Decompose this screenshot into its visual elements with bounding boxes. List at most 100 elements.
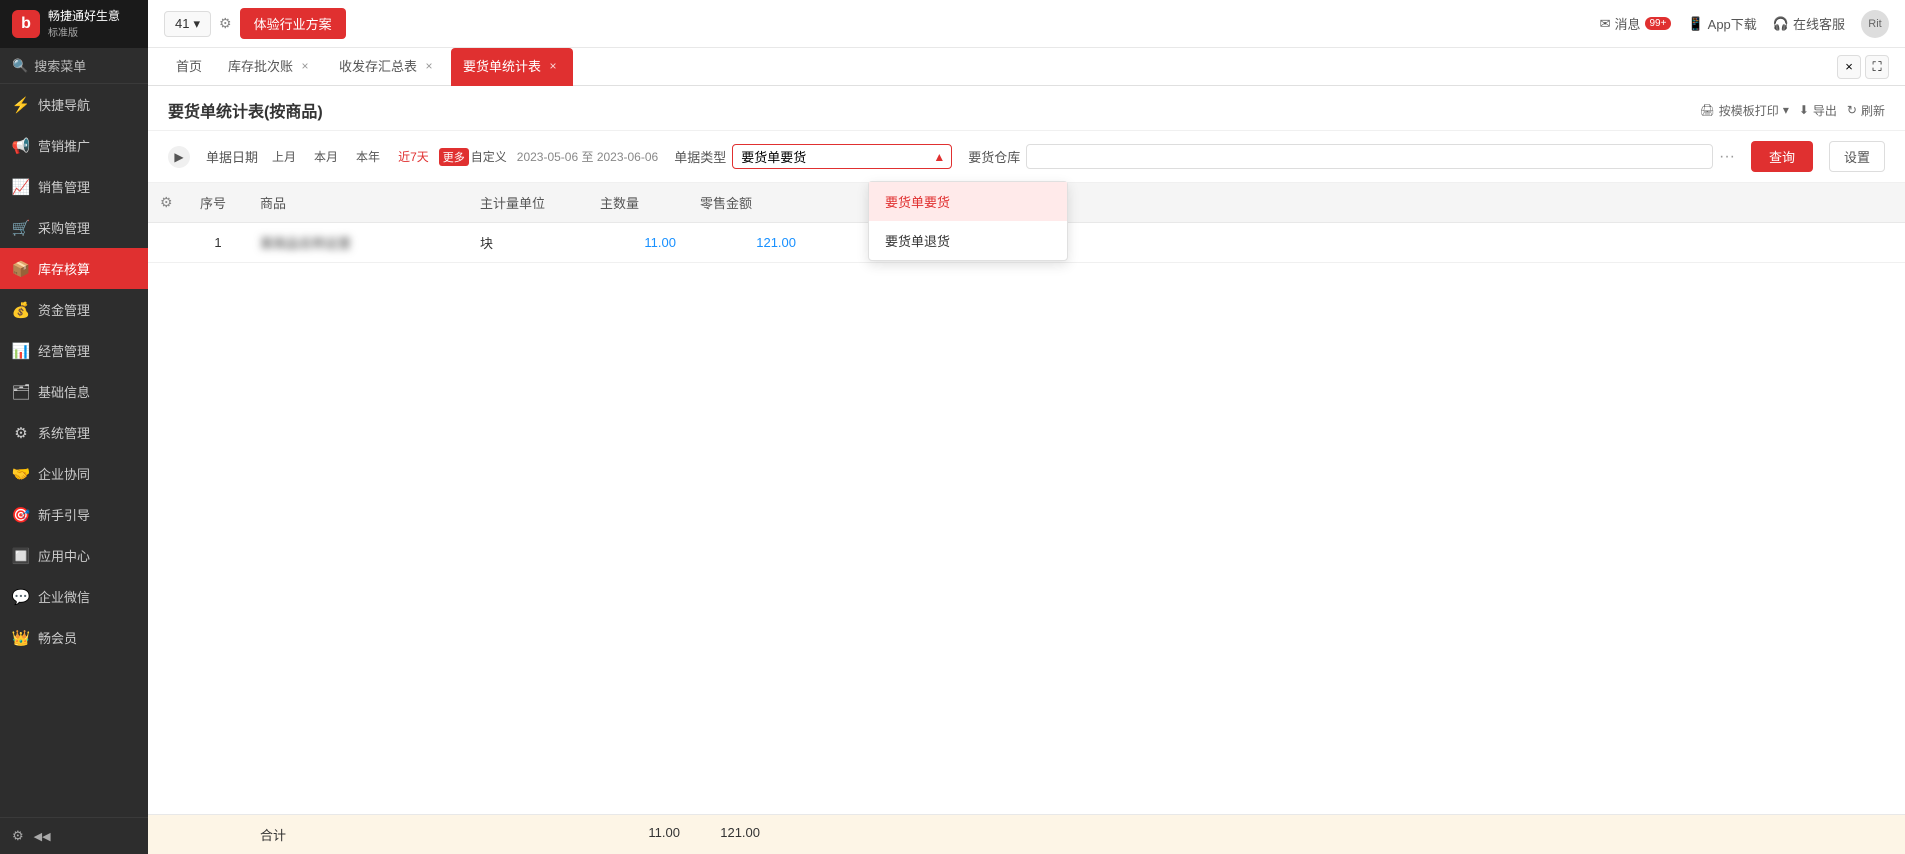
- system-icon: ⚙: [12, 424, 30, 442]
- query-button[interactable]: 查询: [1751, 141, 1813, 172]
- sidebar-item-newbie[interactable]: 🎯 新手引导: [0, 494, 148, 535]
- tab-order-summary-close[interactable]: ×: [545, 58, 561, 74]
- footer-label: 合计: [260, 825, 480, 844]
- warehouse-filter-input[interactable]: [1026, 144, 1713, 169]
- purchase-icon: 🛒: [12, 219, 30, 237]
- sidebar-item-label: 应用中心: [38, 546, 90, 565]
- prev-month-shortcut[interactable]: 上月: [264, 146, 304, 167]
- last-7-days-shortcut[interactable]: 近7天: [390, 146, 437, 167]
- company-name: 41: [175, 16, 189, 31]
- sidebar-item-operation[interactable]: 📊 经营管理: [0, 330, 148, 371]
- amount-link[interactable]: 121.00: [756, 235, 796, 250]
- sidebar-item-system[interactable]: ⚙ 系统管理: [0, 412, 148, 453]
- sales-icon: 📈: [12, 178, 30, 196]
- tab-home[interactable]: 首页: [164, 48, 214, 86]
- table-settings-icon[interactable]: ⚙: [160, 194, 173, 210]
- type-filter-input[interactable]: [733, 145, 927, 168]
- operation-icon: 📊: [12, 342, 30, 360]
- dropdown-item-return[interactable]: 要货单退货: [869, 221, 1067, 260]
- sidebar-bottom: ⚙ ◀◀: [0, 817, 148, 854]
- tab-collection-summary-close[interactable]: ×: [421, 58, 437, 74]
- sidebar-settings-icon[interactable]: ⚙: [12, 828, 24, 844]
- sidebar-search[interactable]: 🔍 搜索菜单: [0, 48, 148, 84]
- wechat-icon: 💬: [12, 588, 30, 606]
- export-button[interactable]: ⬇ 导出: [1799, 102, 1837, 119]
- sidebar-item-basic[interactable]: 🗂 基础信息: [0, 371, 148, 412]
- expand-tabs-button[interactable]: ⛶: [1865, 55, 1889, 79]
- date-shortcuts: 上月 本月 本年 近7天 更多 自定义: [264, 146, 507, 167]
- sidebar-item-member[interactable]: 👑 畅会员: [0, 617, 148, 658]
- messages-icon: ✉: [1600, 16, 1611, 32]
- tab-order-summary-label: 要货单统计表: [463, 56, 541, 75]
- topbar-left: 41 ▾ ⚙ 体验行业方案: [164, 8, 1588, 39]
- row-qty-cell: 11.00: [588, 223, 688, 263]
- this-month-shortcut[interactable]: 本月: [306, 146, 346, 167]
- basic-icon: 🗂: [12, 383, 30, 401]
- tab-order-summary[interactable]: 要货单统计表 ×: [451, 48, 573, 86]
- topbar-settings-icon[interactable]: ⚙: [219, 15, 232, 32]
- sidebar-item-sales[interactable]: 📈 销售管理: [0, 166, 148, 207]
- app-download-button[interactable]: 📱 App下载: [1687, 14, 1756, 33]
- topbar: 41 ▾ ⚙ 体验行业方案 ✉ 消息 99+ 📱 App下载 🎧 在线客服 Ri…: [148, 0, 1905, 48]
- sidebar-item-finance[interactable]: 💰 资金管理: [0, 289, 148, 330]
- tab-collection-summary[interactable]: 收发存汇总表 ×: [327, 48, 449, 86]
- print-button[interactable]: 🖨 按模板打印 ▾: [1700, 102, 1789, 119]
- tab-collection-summary-label: 收发存汇总表: [339, 56, 417, 75]
- sidebar-item-appcenter[interactable]: 🔲 应用中心: [0, 535, 148, 576]
- print-icon: 🖨: [1700, 103, 1715, 117]
- type-filter-arrow[interactable]: ▲: [927, 150, 951, 164]
- dropdown-item-requisition[interactable]: 要货单要货: [869, 182, 1067, 221]
- sidebar-item-enterprise[interactable]: 🤝 企业协同: [0, 453, 148, 494]
- avatar[interactable]: Rit: [1861, 10, 1889, 38]
- unit-column-header: 主计量单位: [468, 183, 588, 223]
- print-dropdown-icon: ▾: [1783, 103, 1789, 117]
- close-all-tabs-button[interactable]: ×: [1837, 55, 1861, 79]
- filter-more-button[interactable]: ···: [1719, 148, 1735, 166]
- messages-badge: 99+: [1645, 17, 1672, 30]
- messages-label: 消息: [1614, 14, 1640, 33]
- refresh-button[interactable]: ↻ 刷新: [1847, 102, 1885, 119]
- finance-icon: 💰: [12, 301, 30, 319]
- member-icon: 👑: [12, 629, 30, 647]
- inventory-icon: 📦: [12, 260, 30, 278]
- online-service-icon: 🎧: [1773, 16, 1789, 32]
- sidebar-collapse-btn[interactable]: ◀◀: [34, 830, 51, 843]
- company-selector[interactable]: 41 ▾: [164, 11, 211, 37]
- tab-batch-approve-close[interactable]: ×: [297, 58, 313, 74]
- sidebar-item-quick-nav[interactable]: ⚡ 快捷导航: [0, 84, 148, 125]
- company-dropdown-icon: ▾: [193, 16, 200, 32]
- sidebar-item-wechat[interactable]: 💬 企业微信: [0, 576, 148, 617]
- amount-column-header: 零售金额: [688, 183, 808, 223]
- data-table-container: ⚙ 序号 商品 主计量单位 主数量 零售金额 1: [148, 183, 1905, 814]
- qty-column-header: 主数量: [588, 183, 688, 223]
- sidebar-item-label: 经营管理: [38, 341, 90, 360]
- sidebar-item-purchase[interactable]: 🛒 采购管理: [0, 207, 148, 248]
- row-settings-cell: [148, 223, 188, 263]
- sidebar-item-label: 企业协同: [38, 464, 90, 483]
- sidebar-item-label: 系统管理: [38, 423, 90, 442]
- trial-industry-button[interactable]: 体验行业方案: [240, 8, 346, 39]
- qty-link[interactable]: 11.00: [644, 235, 676, 250]
- tab-batch-approve[interactable]: 库存批次账 ×: [216, 48, 325, 86]
- sidebar-item-inventory[interactable]: 📦 库存核算: [0, 248, 148, 289]
- enterprise-icon: 🤝: [12, 465, 30, 483]
- appcenter-icon: 🔲: [12, 547, 30, 565]
- messages-button[interactable]: ✉ 消息 99+: [1600, 14, 1672, 33]
- online-service-button[interactable]: 🎧 在线客服: [1773, 14, 1845, 33]
- product-name-blurred: 某商品名称这里: [260, 236, 351, 251]
- sidebar-item-marketing[interactable]: 📢 营销推广: [0, 125, 148, 166]
- row-unit-cell: 块: [468, 223, 588, 263]
- more-dates-badge[interactable]: 更多: [439, 148, 469, 166]
- filter-settings-button[interactable]: 设置: [1829, 141, 1885, 172]
- index-column-header: 序号: [188, 183, 248, 223]
- page-content: 要货单统计表(按商品) 🖨 按模板打印 ▾ ⬇ 导出 ↻ 刷新 ▶: [148, 86, 1905, 854]
- sidebar-item-label: 快捷导航: [38, 95, 90, 114]
- logo-text-group: 畅捷通好生意 标准版: [48, 9, 120, 40]
- custom-date-button[interactable]: 自定义: [471, 148, 507, 165]
- this-year-shortcut[interactable]: 本年: [348, 146, 388, 167]
- quick-nav-icon: ⚡: [12, 96, 30, 114]
- expand-filter-button[interactable]: ▶: [168, 146, 190, 168]
- sidebar-item-label: 基础信息: [38, 382, 90, 401]
- footer-amount: 121.00: [680, 825, 760, 844]
- print-label: 按模板打印: [1719, 102, 1779, 119]
